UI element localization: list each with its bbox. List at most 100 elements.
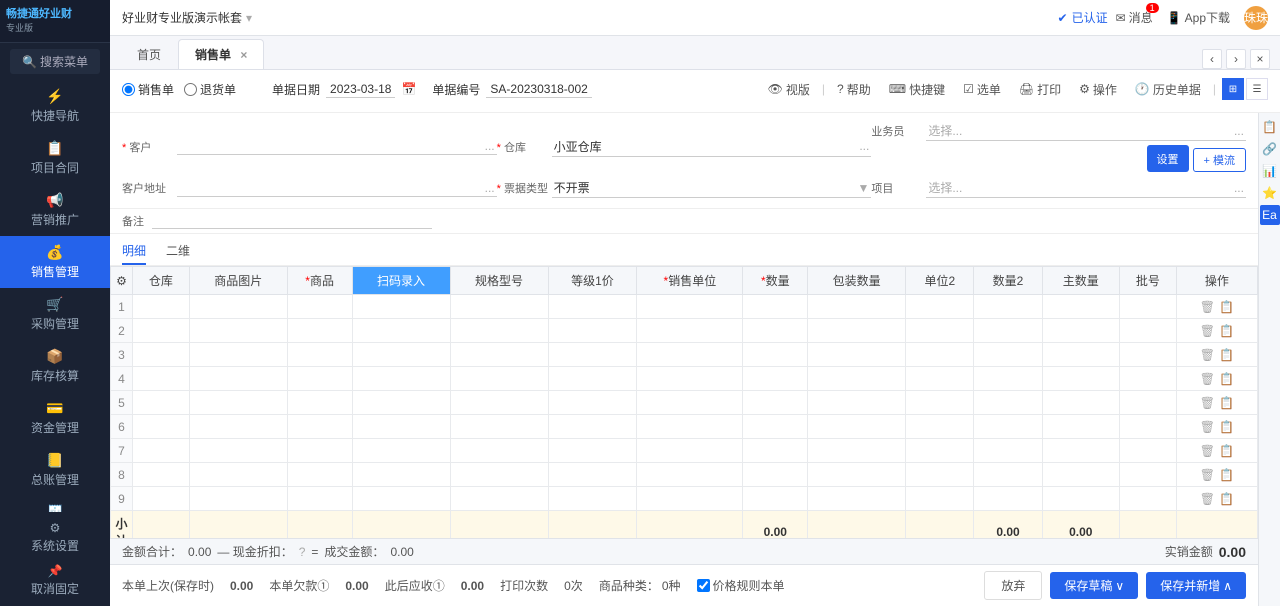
price-check-input[interactable]	[697, 579, 710, 592]
row-cell[interactable]	[1120, 463, 1177, 487]
discard-button[interactable]: 放弃	[984, 571, 1042, 600]
invoice-type-select[interactable]: 不开票 ▼	[552, 178, 872, 198]
sidebar-item-quick-nav[interactable]: ⚡ 快捷导航	[0, 80, 110, 132]
row-cell[interactable]	[637, 343, 743, 367]
row-cell[interactable]	[906, 487, 974, 511]
row-cell[interactable]	[637, 367, 743, 391]
sidebar-item-ledger[interactable]: 📒 总账管理	[0, 444, 110, 496]
row-cell[interactable]	[743, 487, 808, 511]
tab-nav-close[interactable]: ×	[1250, 49, 1270, 69]
sidebar-item-inventory[interactable]: 📦 库存核算	[0, 340, 110, 392]
row-cell[interactable]	[974, 391, 1042, 415]
tab-sales-order[interactable]: 销售单 ×	[178, 39, 264, 69]
table-row[interactable]: 4🗑📋	[111, 367, 1258, 391]
row-cell[interactable]	[133, 343, 190, 367]
row-cell[interactable]	[974, 319, 1042, 343]
row-cell[interactable]	[450, 343, 548, 367]
sidebar-item-unpin[interactable]: 📌 取消固定	[4, 559, 106, 602]
save-new-button[interactable]: 保存并新增 ∧	[1146, 572, 1246, 599]
rp-icon-1[interactable]: 📋	[1260, 117, 1280, 137]
row-cell[interactable]	[637, 295, 743, 319]
row-cell[interactable]	[189, 439, 287, 463]
radio-sale[interactable]: 销售单	[122, 81, 174, 98]
row-copy-icon[interactable]: 📋	[1219, 420, 1234, 434]
row-cell[interactable]	[133, 391, 190, 415]
row-cell[interactable]	[133, 415, 190, 439]
row-cell[interactable]	[808, 415, 906, 439]
row-cell[interactable]	[808, 487, 906, 511]
radio-sale-input[interactable]	[122, 83, 135, 96]
row-cell[interactable]	[287, 391, 352, 415]
sidebar-item-finance[interactable]: 💳 资金管理	[0, 392, 110, 444]
row-actions[interactable]: 🗑📋	[1176, 415, 1257, 439]
row-cell[interactable]	[450, 487, 548, 511]
price-check-label[interactable]: 价格规则本单	[697, 577, 785, 594]
row-cell[interactable]	[743, 415, 808, 439]
row-cell[interactable]	[1120, 319, 1177, 343]
row-actions[interactable]: 🗑📋	[1176, 487, 1257, 511]
history-btn[interactable]: 🕐 历史单据	[1129, 79, 1207, 100]
row-cell[interactable]	[1042, 439, 1119, 463]
customer-input[interactable]: ...	[177, 138, 497, 155]
row-cell[interactable]	[743, 391, 808, 415]
radio-return[interactable]: 退货单	[184, 81, 236, 98]
row-cell[interactable]	[906, 439, 974, 463]
rp-icon-5[interactable]: Ea	[1260, 205, 1280, 225]
user-avatar[interactable]: 珠珠	[1244, 6, 1268, 30]
row-cell[interactable]	[133, 295, 190, 319]
row-cell[interactable]	[974, 367, 1042, 391]
row-actions[interactable]: 🗑📋	[1176, 367, 1257, 391]
table-row[interactable]: 2🗑📋	[111, 319, 1258, 343]
project-input[interactable]: 选择... ...	[926, 178, 1246, 198]
calendar-icon[interactable]: 📅	[401, 82, 416, 96]
row-cell[interactable]	[450, 391, 548, 415]
row-cell[interactable]	[189, 463, 287, 487]
row-cell[interactable]	[637, 487, 743, 511]
row-cell[interactable]	[548, 367, 637, 391]
row-cell[interactable]	[352, 391, 450, 415]
row-delete-icon[interactable]: 🗑	[1200, 396, 1215, 410]
row-cell[interactable]	[974, 415, 1042, 439]
table-row[interactable]: 7🗑📋	[111, 439, 1258, 463]
tab-details[interactable]: 明细	[122, 238, 146, 265]
row-cell[interactable]	[133, 487, 190, 511]
row-delete-icon[interactable]: 🗑	[1200, 372, 1215, 386]
row-copy-icon[interactable]: 📋	[1219, 372, 1234, 386]
row-cell[interactable]	[189, 415, 287, 439]
warehouse-input[interactable]: 小亚仓库 ...	[552, 137, 872, 157]
row-cell[interactable]	[548, 319, 637, 343]
col-settings[interactable]: ⚙	[111, 267, 133, 295]
row-cell[interactable]	[1120, 415, 1177, 439]
row-delete-icon[interactable]: 🗑	[1200, 492, 1215, 506]
row-cell[interactable]	[974, 343, 1042, 367]
row-cell[interactable]	[808, 367, 906, 391]
row-actions[interactable]: 🗑📋	[1176, 391, 1257, 415]
row-cell[interactable]	[352, 463, 450, 487]
table-row[interactable]: 3🗑📋	[111, 343, 1258, 367]
row-copy-icon[interactable]: 📋	[1219, 444, 1234, 458]
row-cell[interactable]	[548, 463, 637, 487]
table-row[interactable]: 9🗑📋	[111, 487, 1258, 511]
shortcut-btn[interactable]: ⌨ 快捷键	[883, 79, 951, 100]
row-cell[interactable]	[352, 367, 450, 391]
row-cell[interactable]	[450, 319, 548, 343]
row-cell[interactable]	[906, 295, 974, 319]
row-cell[interactable]	[1042, 463, 1119, 487]
row-cell[interactable]	[1042, 343, 1119, 367]
row-cell[interactable]	[974, 295, 1042, 319]
row-cell[interactable]	[133, 439, 190, 463]
rp-icon-3[interactable]: 📊	[1260, 161, 1280, 181]
row-cell[interactable]	[808, 295, 906, 319]
row-cell[interactable]	[1042, 367, 1119, 391]
doc-num-value[interactable]: SA-20230318-002	[486, 81, 591, 98]
row-cell[interactable]	[1120, 391, 1177, 415]
invoice-type-arrow[interactable]: ▼	[857, 181, 869, 195]
row-cell[interactable]	[637, 463, 743, 487]
sidebar-item-settings[interactable]: ⚙ 系统设置	[4, 516, 106, 559]
tab-nav-next[interactable]: ›	[1226, 49, 1246, 69]
table-row[interactable]: 6🗑📋	[111, 415, 1258, 439]
row-cell[interactable]	[133, 367, 190, 391]
customer-dots[interactable]: ...	[485, 139, 495, 153]
view-grid-icon[interactable]: ⊞	[1222, 78, 1244, 100]
save-draft-button[interactable]: 保存草稿 ∨	[1050, 572, 1138, 599]
